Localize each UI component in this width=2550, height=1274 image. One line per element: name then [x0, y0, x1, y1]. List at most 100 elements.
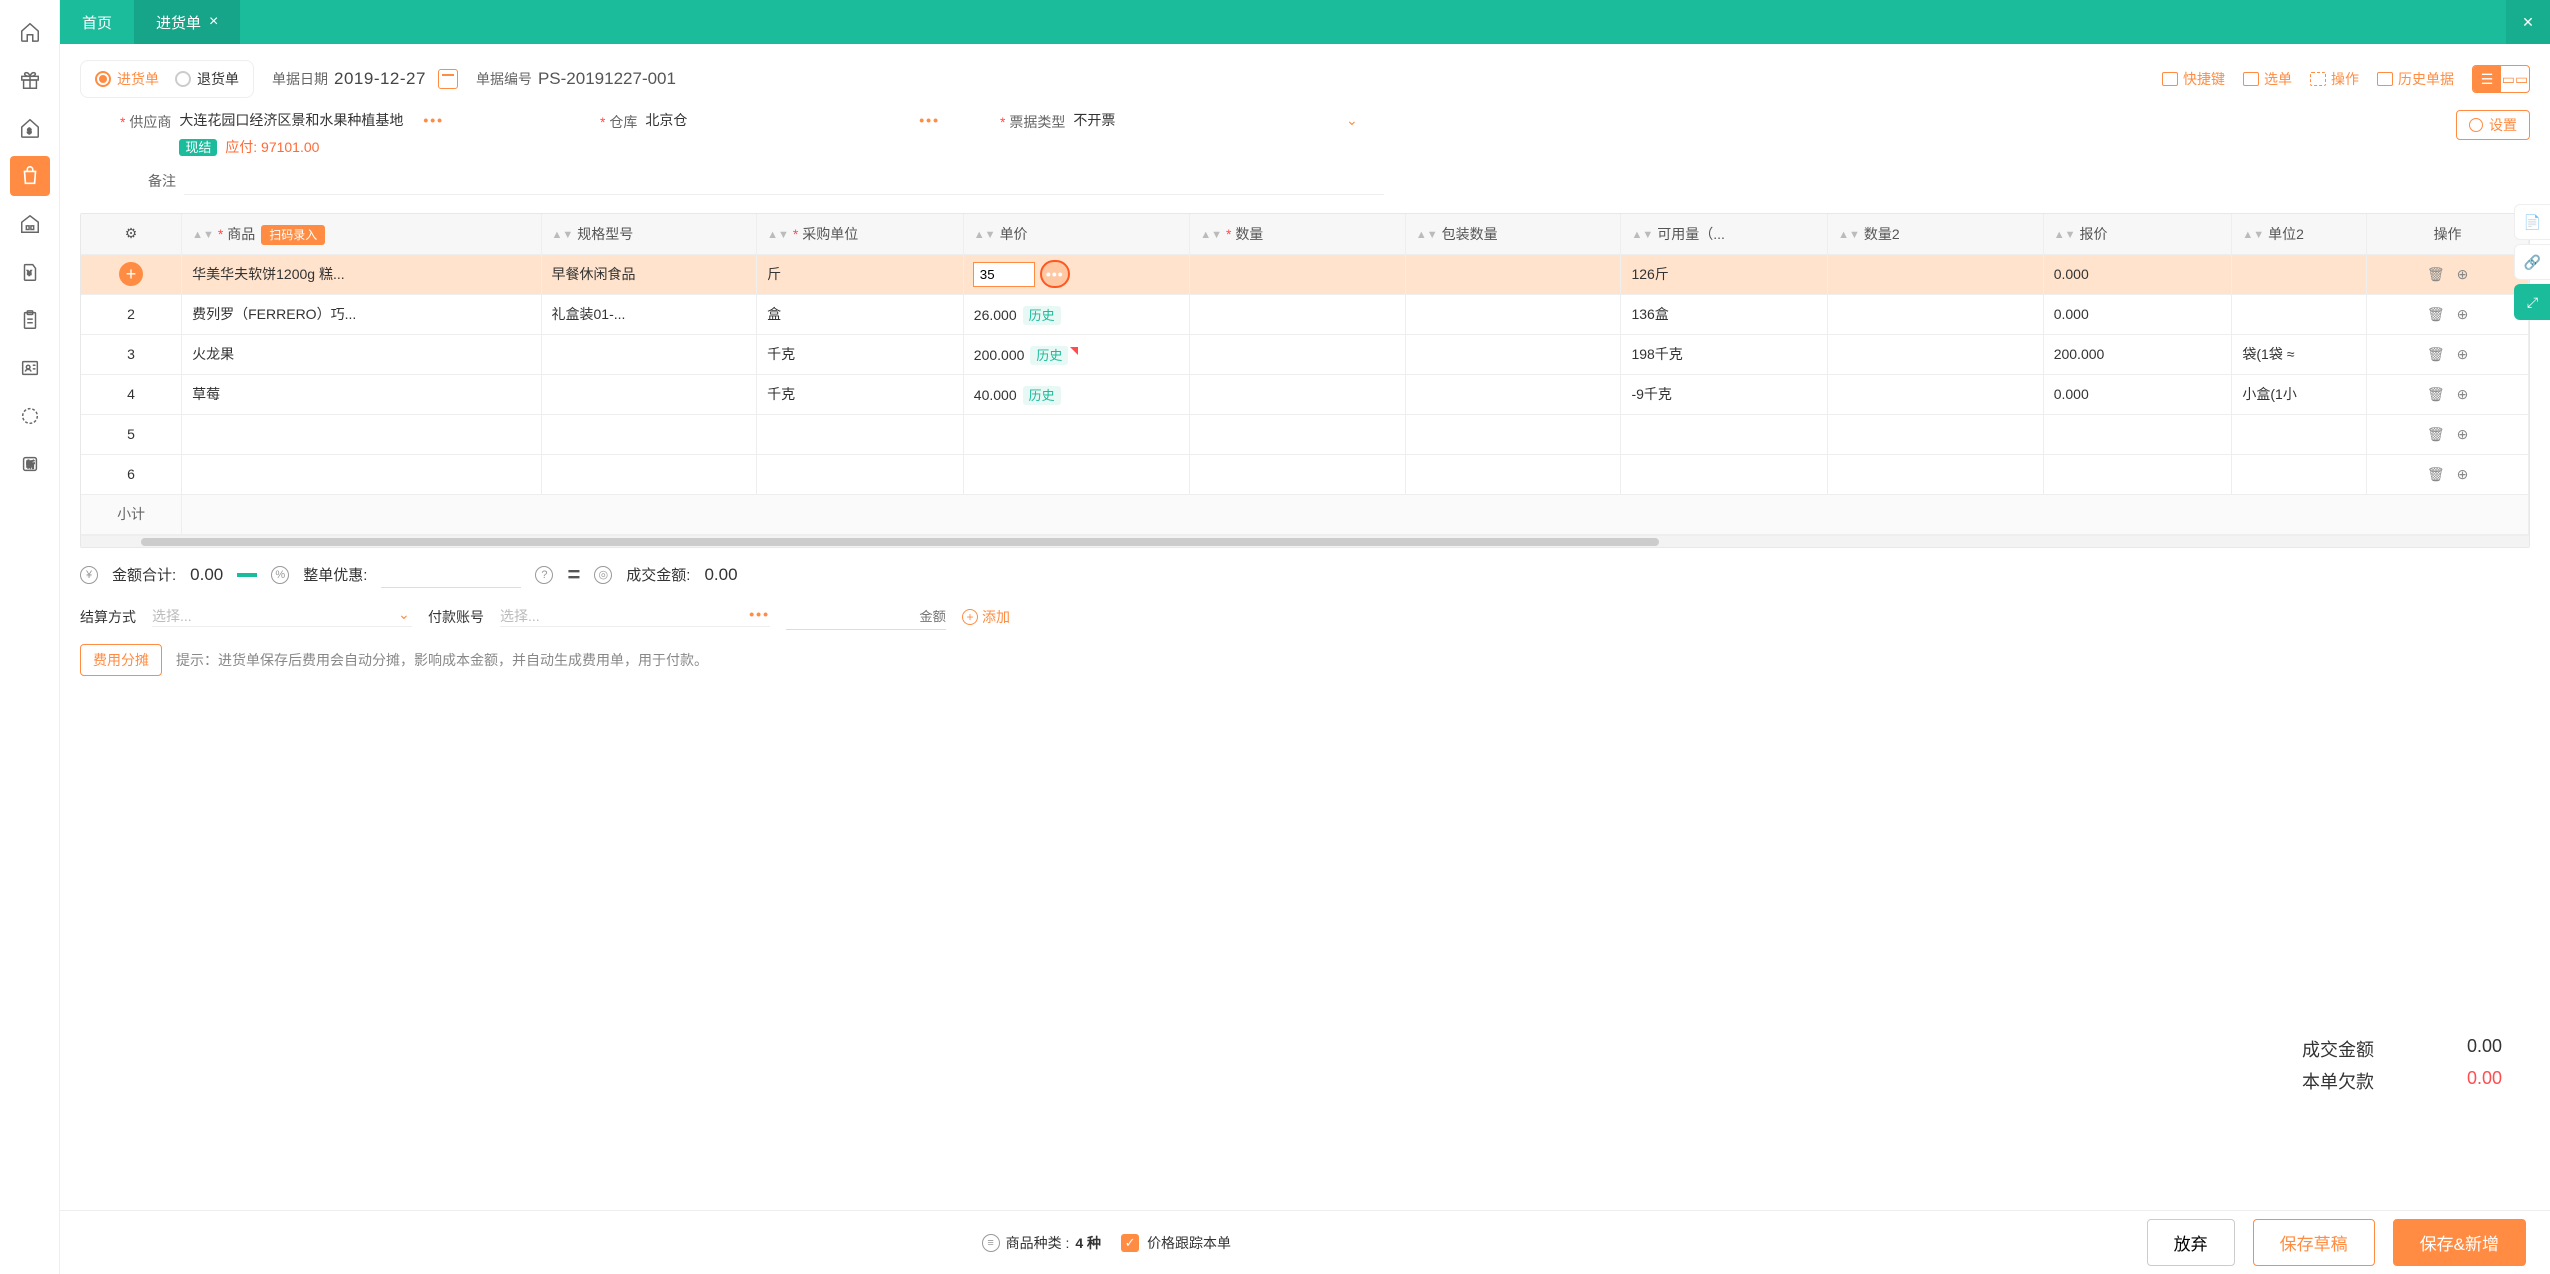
cell-packqty[interactable] [1405, 294, 1621, 334]
nav-new-icon[interactable]: 新 [10, 444, 50, 484]
nav-clipboard-icon[interactable] [10, 300, 50, 340]
nav-gift-icon[interactable] [10, 60, 50, 100]
cell-unit[interactable] [757, 414, 964, 454]
cell-spec[interactable]: 礼盒装01-... [541, 294, 757, 334]
horizontal-scrollbar[interactable] [81, 535, 2529, 547]
settings-button[interactable]: 设置 [2456, 110, 2530, 140]
toolbar-shortcut[interactable]: 快捷键 [2162, 69, 2225, 89]
cell-price[interactable]: 26.000历史 [963, 294, 1189, 334]
track-checkbox[interactable]: ✓价格跟踪本单 [1121, 1233, 1231, 1253]
fee-allocate-button[interactable]: 费用分摊 [80, 644, 162, 676]
cell-qty[interactable] [1190, 454, 1406, 494]
settle-amount-input[interactable] [786, 604, 946, 630]
cell-price[interactable] [963, 454, 1189, 494]
help-icon[interactable]: ? [535, 566, 553, 584]
tab-purchase[interactable]: 进货单× [134, 0, 240, 44]
col-unit2[interactable]: ▲▼单位2 [2232, 214, 2367, 254]
cell-qty2[interactable] [1828, 334, 2044, 374]
copy-icon[interactable]: ⊕ [2457, 266, 2469, 283]
col-avail[interactable]: ▲▼可用量（... [1621, 214, 1828, 254]
cell-spec[interactable]: 早餐休闲食品 [541, 254, 757, 294]
cell-spec[interactable] [541, 414, 757, 454]
add-row-icon[interactable]: + [119, 262, 143, 286]
nav-finance-icon[interactable]: ¥ [10, 252, 50, 292]
table-row[interactable]: 3火龙果千克200.000历史198千克200.000袋(1袋 ≈🗑⊕ [81, 334, 2529, 374]
col-spec[interactable]: ▲▼规格型号 [541, 214, 757, 254]
cell-packqty[interactable] [1405, 374, 1621, 414]
cell-price[interactable] [963, 414, 1189, 454]
remark-input[interactable] [184, 167, 1384, 195]
chevron-down-icon[interactable]: ⌄ [1346, 112, 1360, 129]
cell-product[interactable]: 费列罗（FERRERO）巧... [182, 294, 541, 334]
cell-qty2[interactable] [1828, 374, 2044, 414]
toolbar-select[interactable]: 选单 [2243, 69, 2292, 89]
cell-qty2[interactable] [1828, 294, 2044, 334]
supplier-value[interactable]: 大连花园口经济区景和水果种植基地 [179, 110, 403, 130]
cell-packqty[interactable] [1405, 414, 1621, 454]
cell-qty[interactable] [1190, 294, 1406, 334]
delete-icon[interactable]: 🗑 [2427, 466, 2445, 483]
delete-icon[interactable]: 🗑 [2427, 306, 2445, 323]
window-close-icon[interactable]: ✕ [2506, 0, 2550, 44]
date-value[interactable]: 2019-12-27 [334, 69, 426, 89]
save-new-button[interactable]: 保存&新增 [2393, 1219, 2526, 1266]
delete-icon[interactable]: 🗑 [2427, 426, 2445, 443]
toolbar-operate[interactable]: 操作 [2310, 69, 2359, 89]
cell-price[interactable]: 40.000历史 [963, 374, 1189, 414]
view-card-icon[interactable]: ▭▭ [2501, 66, 2529, 92]
nav-home-icon[interactable] [10, 12, 50, 52]
view-list-icon[interactable]: ☰ [2473, 66, 2501, 92]
supplier-more-icon[interactable]: ••• [423, 112, 444, 128]
add-settle-button[interactable]: +添加 [962, 607, 1010, 627]
col-qty2[interactable]: ▲▼数量2 [1828, 214, 2044, 254]
toolbar-history[interactable]: 历史单据 [2377, 69, 2454, 89]
rail-expand-icon[interactable]: ⤢ [2514, 284, 2550, 320]
cell-product[interactable]: 华美华夫软饼1200g 糕... [182, 254, 541, 294]
close-icon[interactable]: × [209, 13, 218, 31]
cell-unit[interactable]: 盒 [757, 294, 964, 334]
cell-product[interactable] [182, 454, 541, 494]
nav-contacts-icon[interactable] [10, 348, 50, 388]
radio-purchase[interactable]: 进货单 [95, 69, 159, 89]
rail-link-icon[interactable]: 🔗 [2514, 244, 2550, 280]
cell-unit[interactable] [757, 454, 964, 494]
cell-packqty[interactable] [1405, 454, 1621, 494]
table-row[interactable]: 6🗑⊕ [81, 454, 2529, 494]
nav-sync-icon[interactable] [10, 396, 50, 436]
price-input[interactable] [974, 263, 1034, 286]
cell-spec[interactable] [541, 334, 757, 374]
cell-spec[interactable] [541, 454, 757, 494]
nav-purchase-icon[interactable] [10, 156, 50, 196]
warehouse-value[interactable]: 北京仓 [645, 110, 687, 130]
col-settings[interactable]: ⚙ [81, 214, 182, 254]
radio-return[interactable]: 退货单 [175, 69, 239, 89]
cell-price[interactable]: 200.000历史 [963, 334, 1189, 374]
invoice-value[interactable]: 不开票 [1073, 110, 1115, 130]
cell-unit[interactable]: 千克 [757, 334, 964, 374]
cell-product[interactable]: 火龙果 [182, 334, 541, 374]
nav-price-icon[interactable]: $ [10, 108, 50, 148]
tab-home[interactable]: 首页 [60, 0, 134, 44]
cell-qty[interactable] [1190, 374, 1406, 414]
table-row[interactable]: 4草莓千克40.000历史-9千克0.000小盒(1小🗑⊕ [81, 374, 2529, 414]
copy-icon[interactable]: ⊕ [2457, 346, 2469, 363]
cell-product[interactable]: 草莓 [182, 374, 541, 414]
cell-qty2[interactable] [1828, 254, 2044, 294]
cell-spec[interactable] [541, 374, 757, 414]
settle-method-select[interactable]: 选择...⌄ [152, 606, 412, 627]
scan-badge[interactable]: 扫码录入 [261, 225, 325, 245]
nav-inventory-icon[interactable] [10, 204, 50, 244]
cell-qty[interactable] [1190, 334, 1406, 374]
cell-qty[interactable] [1190, 414, 1406, 454]
cell-unit[interactable]: 千克 [757, 374, 964, 414]
table-row[interactable]: 2费列罗（FERRERO）巧...礼盒装01-...盒26.000历史136盒0… [81, 294, 2529, 334]
cell-price[interactable]: ••• [963, 254, 1189, 294]
cell-qty2[interactable] [1828, 454, 2044, 494]
delete-icon[interactable]: 🗑 [2427, 346, 2445, 363]
cell-qty2[interactable] [1828, 414, 2044, 454]
table-row[interactable]: 5🗑⊕ [81, 414, 2529, 454]
cell-unit[interactable]: 斤 [757, 254, 964, 294]
warehouse-more-icon[interactable]: ••• [919, 112, 940, 128]
copy-icon[interactable]: ⊕ [2457, 306, 2469, 323]
settle-account-select[interactable]: 选择...••• [500, 606, 770, 627]
